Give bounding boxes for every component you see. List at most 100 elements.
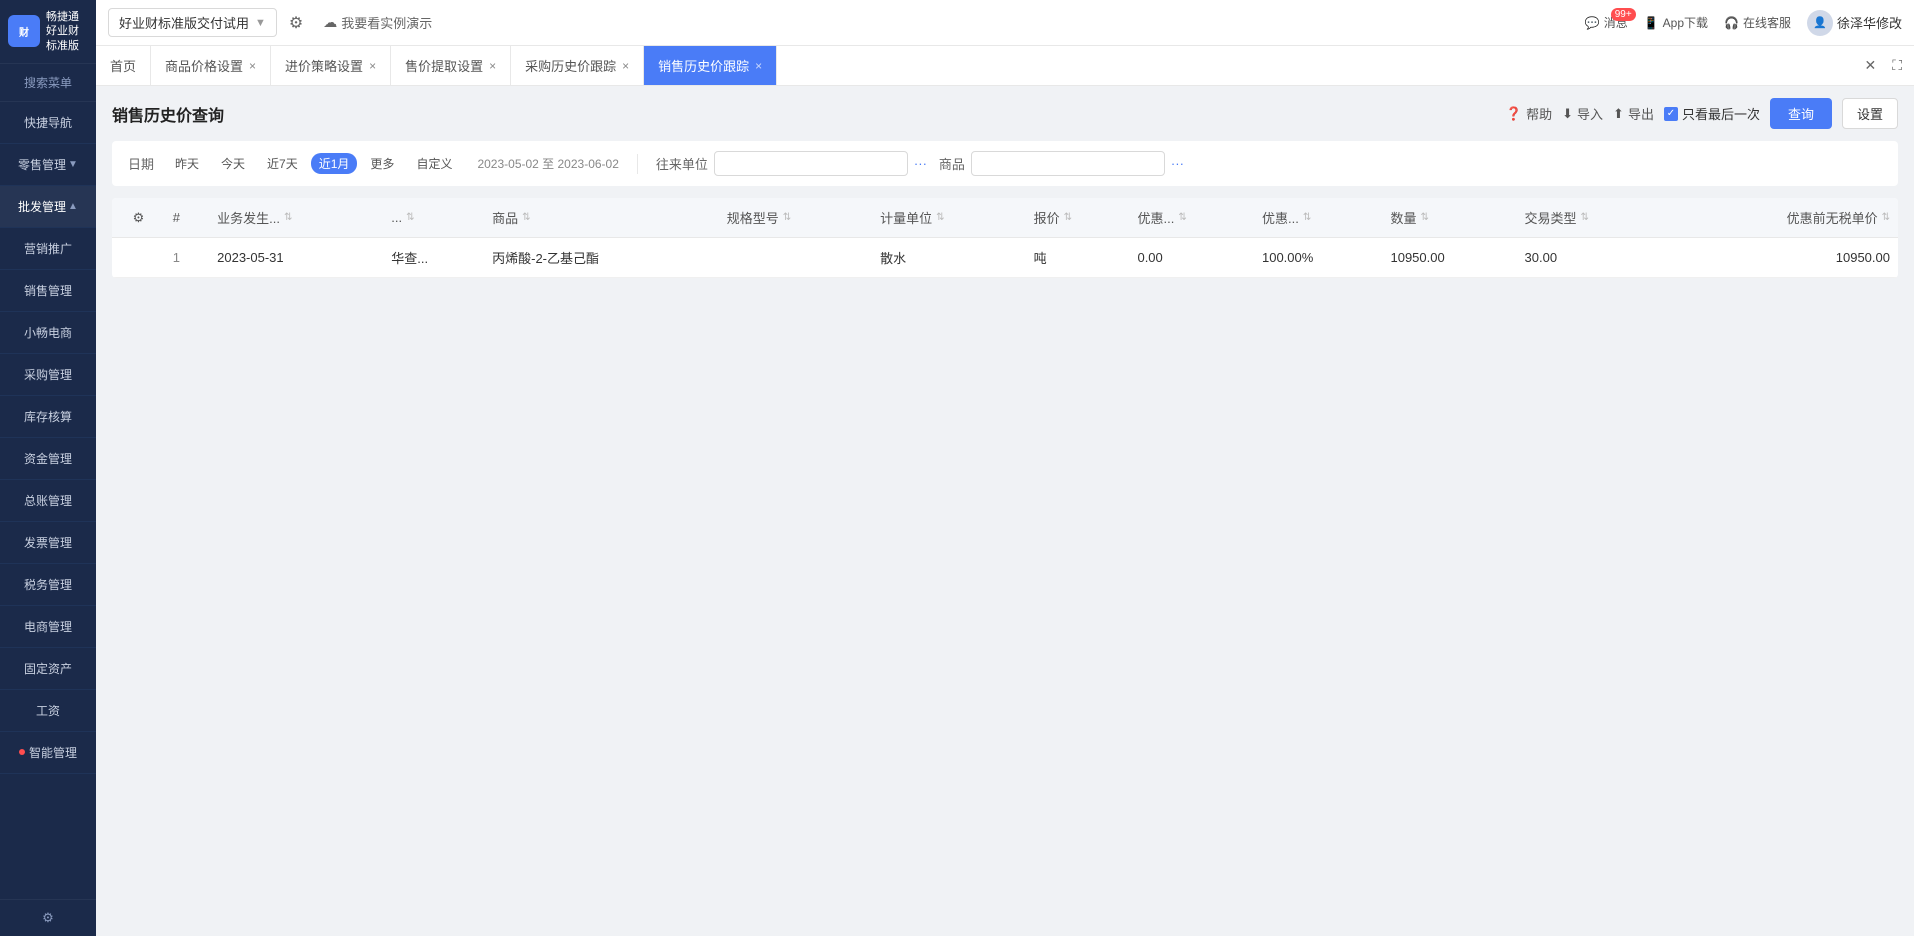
online-service-button[interactable]: 🎧 在线客服: [1724, 14, 1791, 31]
phone-icon: 📱: [1644, 16, 1659, 30]
sidebar-item-marketing[interactable]: 营销推广: [0, 228, 96, 270]
sidebar-item-assets[interactable]: 固定资产: [0, 648, 96, 690]
only-last-checkbox[interactable]: ✓ 只看最后一次: [1664, 104, 1760, 123]
sidebar-item-invoice[interactable]: 发票管理: [0, 522, 96, 564]
sidebar-item-retail[interactable]: 零售管理 ▼: [0, 144, 96, 186]
col-header-pretax-price[interactable]: 优惠前无税单价 ⇅: [1670, 198, 1898, 238]
sort-icon-unit: ⇅: [936, 212, 944, 223]
settings-button[interactable]: 设置: [1842, 98, 1898, 129]
sort-icon-transaction-type: ⇅: [1581, 212, 1589, 223]
date-btn-last1m[interactable]: 近1月: [311, 153, 358, 174]
tab-close-sales-history[interactable]: ×: [755, 59, 762, 73]
row-biz-date: 2023-05-31: [209, 238, 383, 278]
sidebar-item-smart[interactable]: 智能管理: [0, 732, 96, 774]
sidebar-item-tax[interactable]: 税务管理: [0, 564, 96, 606]
tab-sales-history[interactable]: 销售历史价跟踪 ×: [644, 46, 777, 86]
sidebar-item-wholesale[interactable]: 批发管理 ▲: [0, 186, 96, 228]
tab-purchase-history[interactable]: 采购历史价跟踪 ×: [511, 46, 644, 86]
sidebar-item-purchase[interactable]: 采购管理: [0, 354, 96, 396]
date-btn-custom[interactable]: 自定义: [407, 152, 461, 175]
filter-bar: 日期 昨天 今天 近7天 近1月 更多 自定义 2023-05-02 至 202…: [112, 141, 1898, 186]
row-unit: 散水: [872, 238, 1025, 278]
sidebar-item-accounting[interactable]: 总账管理: [0, 480, 96, 522]
sort-icon-quoted-price: ⇅: [1064, 212, 1072, 223]
col-header-gear[interactable]: ⚙: [112, 198, 165, 238]
sidebar-item-salary[interactable]: 工资: [0, 690, 96, 732]
col-header-discount-rate[interactable]: 优惠... ⇅: [1129, 198, 1254, 238]
sort-icon-spec: ⇅: [783, 212, 791, 223]
tab-close-all-button[interactable]: ✕: [1856, 53, 1884, 78]
import-icon: ⬇: [1562, 106, 1573, 122]
sidebar-item-finance[interactable]: 资金管理: [0, 438, 96, 480]
row-dots: 华查...: [383, 238, 484, 278]
sort-icon-discount-price: ⇅: [1303, 212, 1311, 223]
help-link[interactable]: ❓ 帮助: [1506, 104, 1552, 123]
product-input[interactable]: [971, 151, 1165, 176]
user-menu[interactable]: 👤 徐泽华修改: [1807, 10, 1902, 36]
app-download-button[interactable]: 📱 App下载: [1644, 14, 1708, 31]
date-range: 2023-05-02 至 2023-06-02: [477, 155, 618, 172]
col-header-biz-date[interactable]: 业务发生... ⇅: [209, 198, 383, 238]
date-btn-yesterday[interactable]: 昨天: [166, 152, 208, 175]
col-header-num: #: [165, 198, 209, 238]
selector-arrow-icon: ▼: [255, 17, 266, 29]
sidebar-search[interactable]: 搜索菜单: [0, 64, 96, 102]
page-header: 销售历史价查询 ❓ 帮助 ⬇ 导入 ⬆ 导出 ✓ 只看最后一次 查: [112, 98, 1898, 129]
row-quantity: 10950.00: [1382, 238, 1516, 278]
row-discount-price: 100.00%: [1254, 238, 1383, 278]
source-input[interactable]: [714, 151, 908, 176]
tab-close-price-settings[interactable]: ×: [249, 59, 256, 73]
sort-icon-quantity: ⇅: [1421, 212, 1429, 223]
tab-price-extract[interactable]: 售价提取设置 ×: [391, 46, 511, 86]
tab-close-price-extract[interactable]: ×: [489, 59, 496, 73]
sort-icon-product: ⇅: [522, 212, 530, 223]
topbar-settings-icon[interactable]: ⚙: [289, 13, 303, 33]
row-pretax-price: 10950.00: [1670, 238, 1898, 278]
tab-price-settings[interactable]: 商品价格设置 ×: [151, 46, 271, 86]
product-label: 商品: [939, 154, 965, 173]
messages-badge: 99+: [1611, 8, 1636, 21]
help-icon: ❓: [1506, 106, 1522, 122]
col-header-quantity[interactable]: 数量 ⇅: [1382, 198, 1516, 238]
headset-icon: 🎧: [1724, 16, 1739, 30]
query-button[interactable]: 查询: [1770, 98, 1832, 129]
import-link[interactable]: ⬇ 导入: [1562, 104, 1603, 123]
tab-expand-button[interactable]: ⛶: [1884, 53, 1910, 78]
table-header-row: ⚙ # 业务发生... ⇅ ... ⇅: [112, 198, 1898, 238]
product-field: 商品 ···: [939, 151, 1184, 176]
sidebar-item-sales[interactable]: 销售管理: [0, 270, 96, 312]
col-header-unit[interactable]: 计量单位 ⇅: [872, 198, 1025, 238]
tab-home[interactable]: 首页: [96, 46, 151, 86]
message-icon: 💬: [1585, 16, 1600, 30]
col-header-discount-price[interactable]: 优惠... ⇅: [1254, 198, 1383, 238]
version-selector[interactable]: 好业财标准版交付试用 ▼: [108, 8, 277, 37]
export-link[interactable]: ⬆ 导出: [1613, 104, 1654, 123]
sidebar-footer-settings[interactable]: ⚙: [0, 899, 96, 936]
col-header-product[interactable]: 商品 ⇅: [484, 198, 719, 238]
tab-purchase-strategy[interactable]: 进价策略设置 ×: [271, 46, 391, 86]
messages-button[interactable]: 💬 消息 99+: [1585, 14, 1628, 31]
demo-link[interactable]: ☁ 我要看实例演示: [315, 9, 440, 36]
date-btn-last7[interactable]: 近7天: [258, 152, 307, 175]
date-btn-today[interactable]: 今天: [212, 152, 254, 175]
sidebar-item-ecommerce-small[interactable]: 小畅电商: [0, 312, 96, 354]
tab-close-purchase-strategy[interactable]: ×: [369, 59, 376, 73]
sidebar-item-inventory[interactable]: 库存核算: [0, 396, 96, 438]
main-wrapper: 好业财标准版交付试用 ▼ ⚙ ☁ 我要看实例演示 💬 消息 99+ 📱 App下…: [96, 0, 1914, 936]
page-title: 销售历史价查询: [112, 102, 224, 126]
product-dots[interactable]: ···: [1171, 156, 1184, 171]
date-btn-more[interactable]: 更多: [361, 152, 403, 175]
tab-close-purchase-history[interactable]: ×: [622, 59, 629, 73]
logo-text: 畅捷通好业财 标准版: [46, 10, 88, 53]
sidebar-item-ecommerce[interactable]: 电商管理: [0, 606, 96, 648]
sort-icon-pretax-price: ⇅: [1882, 212, 1890, 223]
row-discount-rate: 0.00: [1129, 238, 1254, 278]
col-header-spec[interactable]: 规格型号 ⇅: [719, 198, 872, 238]
col-header-dots[interactable]: ... ⇅: [383, 198, 484, 238]
table-row[interactable]: 1 2023-05-31 华查... 丙烯酸-2-乙基己酯 散水 吨 0.00 …: [112, 238, 1898, 278]
cloud-icon: ☁: [323, 14, 337, 31]
col-header-quoted-price[interactable]: 报价 ⇅: [1026, 198, 1130, 238]
source-dots[interactable]: ···: [914, 156, 927, 171]
sidebar-item-quicknav[interactable]: 快捷导航: [0, 102, 96, 144]
col-header-transaction-type[interactable]: 交易类型 ⇅: [1517, 198, 1670, 238]
